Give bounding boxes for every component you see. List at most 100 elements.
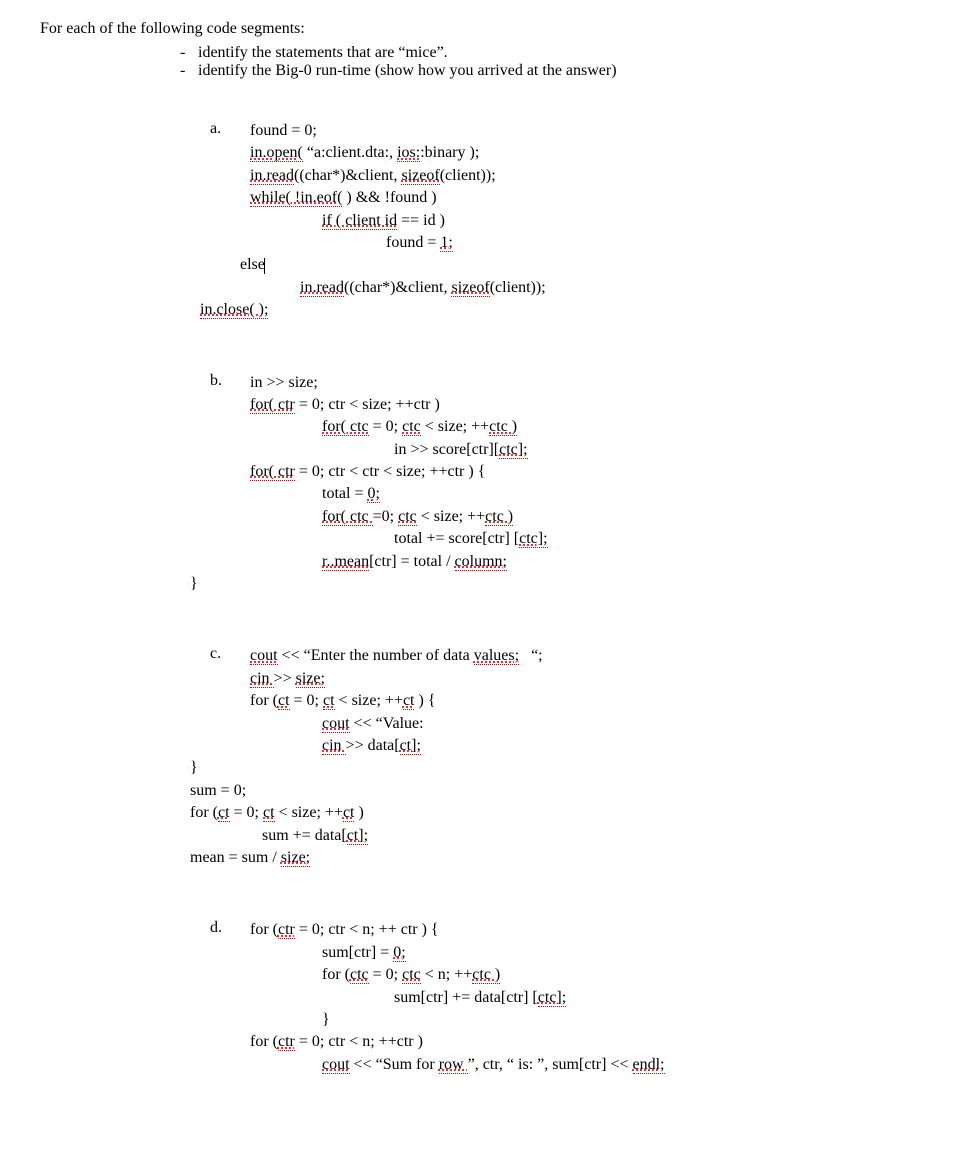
code-span: for( ctr <box>250 463 295 481</box>
code-span: ctr <box>278 921 295 939</box>
segment-c: c. cout << “Enter the number of data val… <box>40 645 928 869</box>
code-span: else <box>240 256 265 273</box>
code-span: >> <box>274 670 296 687</box>
code-span: < size; ++ <box>421 418 489 435</box>
code-span: (client)); <box>440 167 496 184</box>
segment-label-d: d. <box>210 919 250 1076</box>
code-block-d: for (ctr = 0; ctr < n; ++ ctr ) { sum[ct… <box>250 919 665 1076</box>
code-span: = 0; ctr < n; ++ctr ) <box>295 1033 423 1050</box>
code-span: = 0; ctr < n; ++ ctr ) { <box>295 921 439 938</box>
code-span: total = <box>322 485 367 502</box>
code-span: sum += data[ <box>262 827 347 844</box>
code-span: [ctr] = total / <box>369 553 454 570</box>
code-span: for ( <box>250 1033 278 1050</box>
code-span: ct <box>278 692 290 710</box>
code-span: for( ctr <box>250 396 295 414</box>
code-span: column; <box>455 553 507 571</box>
text-cursor <box>264 258 265 274</box>
code-span: size; <box>296 670 325 688</box>
document-page: For each of the following code segments:… <box>0 0 968 1166</box>
code-span: } <box>322 1011 330 1028</box>
segment-d: d. for (ctr = 0; ctr < n; ++ ctr ) { sum… <box>40 919 928 1076</box>
code-span: ct <box>218 804 230 822</box>
code-block-b-end: } <box>190 573 928 595</box>
code-span: in >> score[ctr][ <box>394 441 499 458</box>
code-span: ctc ) <box>485 508 513 526</box>
code-span: cout <box>250 647 278 665</box>
code-span: ct]; <box>400 737 421 755</box>
code-block-a: found = 0; in.open( “a:client.dta:, ios:… <box>250 120 496 254</box>
code-span: in.open( <box>250 144 303 162</box>
code-span: < size; ++ <box>335 692 403 709</box>
code-span: size; <box>281 849 310 867</box>
bullet-item: - identify the Big-0 run-time (show how … <box>180 62 928 80</box>
code-span: total += score[ctr] [ <box>394 530 519 547</box>
code-span: row <box>439 1056 468 1074</box>
code-span: } <box>190 575 198 592</box>
code-span: found = <box>386 234 440 251</box>
code-span: ct <box>403 692 415 710</box>
code-span: ct]; <box>347 827 368 845</box>
code-span: << “Value: <box>350 715 424 732</box>
code-span: = 0; ctr < ctr < size; ++ctr ) { <box>295 463 486 480</box>
code-block-b: in >> size; for( ctr = 0; ctr < size; ++… <box>250 372 548 574</box>
segment-label-b: b. <box>210 372 250 574</box>
code-span: ctc <box>350 966 369 984</box>
code-span: ct <box>263 804 275 822</box>
code-span: “; <box>519 647 543 664</box>
code-span: in.read <box>300 279 344 297</box>
code-span: ct <box>323 692 335 710</box>
code-span: = 0; <box>290 692 323 709</box>
code-span: while( !in.eof( <box>250 189 342 207</box>
code-span: << “Enter the number of data <box>278 647 474 664</box>
code-span: == id ) <box>397 212 445 229</box>
code-span: r..mean <box>322 553 369 571</box>
code-span: ctr <box>278 1033 295 1051</box>
code-span: ) <box>354 804 363 821</box>
code-span: sum[ctr] = <box>322 944 393 961</box>
segment-label-c: c. <box>210 645 250 757</box>
code-span: cin <box>322 737 346 755</box>
bullet-text: identify the Big-0 run-time (show how yo… <box>198 62 617 80</box>
code-span: =0; <box>373 508 398 525</box>
segment-b: b. in >> size; for( ctr = 0; ctr < size;… <box>40 372 928 596</box>
code-span: = 0; <box>230 804 263 821</box>
code-span: = 0; <box>369 418 402 435</box>
bullet-item: - identify the statements that are “mice… <box>180 44 928 62</box>
code-span: endl; <box>633 1056 665 1074</box>
code-span: for ( <box>250 921 278 938</box>
bullet-list: - identify the statements that are “mice… <box>180 44 928 80</box>
code-span: ctc <box>398 508 417 526</box>
code-span: < size; ++ <box>417 508 485 525</box>
dash: - <box>180 62 198 80</box>
code-span: ios: <box>397 144 420 162</box>
code-span: ct <box>343 804 355 822</box>
code-span: ((char*)&client, <box>294 167 402 184</box>
code-span: (client)); <box>490 279 546 296</box>
code-span: >> data[ <box>346 737 400 754</box>
code-span: for( ctc <box>322 418 369 436</box>
code-span: cout <box>322 1056 350 1074</box>
code-span: = 0; ctr < size; ++ctr ) <box>295 396 440 413</box>
dash: - <box>180 44 198 62</box>
code-span: ) && !found ) <box>342 189 436 206</box>
code-span: , <box>389 144 397 161</box>
code-span: if ( client id <box>322 212 397 230</box>
code-line: found = 0; <box>250 122 317 139</box>
code-span: ctc ) <box>489 418 517 436</box>
code-span: in >> size; <box>250 374 318 391</box>
code-block-a-cont: else in.read((char*)&client, sizeof(clie… <box>200 254 928 321</box>
code-span: for ( <box>250 692 278 709</box>
code-span: ctc <box>402 966 421 984</box>
code-span: ctc]; <box>519 530 547 548</box>
code-span: } <box>190 759 198 776</box>
segment-a: a. found = 0; in.open( “a:client.dta:, i… <box>40 120 928 322</box>
code-span: < n; ++ <box>421 966 473 983</box>
code-span: mean = sum / <box>190 849 281 866</box>
code-span: 1; <box>440 234 452 252</box>
code-span: = 0; <box>369 966 402 983</box>
code-span: ) { <box>414 692 435 709</box>
code-span: for ( <box>190 804 218 821</box>
code-span: << “Sum for <box>350 1056 439 1073</box>
code-span: in.read <box>250 167 294 185</box>
